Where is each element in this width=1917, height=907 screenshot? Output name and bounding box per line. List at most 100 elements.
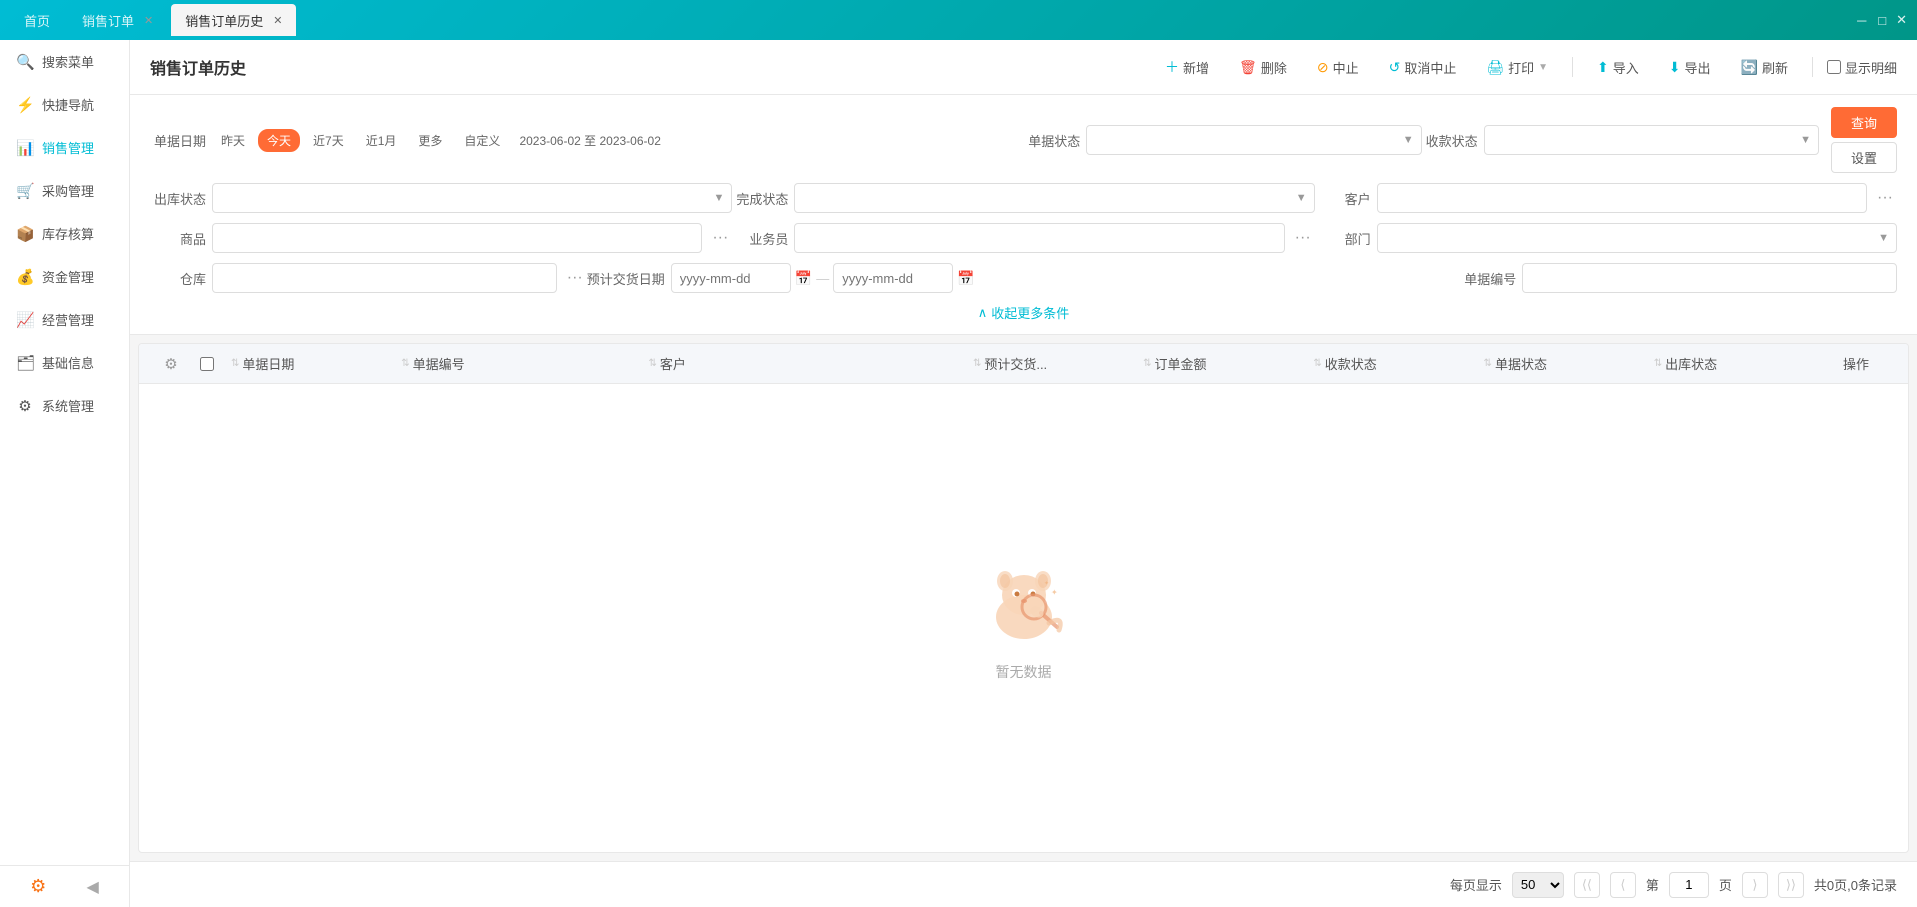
- filter-payment-status: 收款状态 ▼: [1422, 125, 1819, 155]
- tab-sales-order[interactable]: 销售订单 ✕: [68, 4, 167, 36]
- settings-button[interactable]: 设置: [1831, 142, 1897, 173]
- goods-input[interactable]: [212, 223, 702, 253]
- query-button[interactable]: 查询: [1831, 107, 1897, 138]
- sidebar-item-finance[interactable]: 💰 资金管理: [0, 255, 129, 298]
- complete-status-select-wrapper: ▼: [794, 183, 1314, 213]
- date-tab-today[interactable]: 今天: [258, 129, 300, 152]
- tab-home[interactable]: 首页: [10, 4, 64, 36]
- warehouse-input[interactable]: [212, 263, 557, 293]
- col-order-no-sort-icon: ⇅: [401, 358, 409, 369]
- date-tab-yesterday[interactable]: 昨天: [212, 129, 254, 152]
- order-no-input[interactable]: [1522, 263, 1897, 293]
- sidebar-item-quick-nav[interactable]: ⚡ 快捷导航: [0, 83, 129, 126]
- sidebar-settings-icon[interactable]: ⚙: [30, 876, 46, 897]
- last-page-btn[interactable]: ⟩⟩: [1778, 872, 1804, 898]
- col-out-status[interactable]: ⇅ 出库状态: [1646, 354, 1816, 373]
- first-page-btn[interactable]: ⟨⟨: [1574, 872, 1600, 898]
- delete-label: 删除: [1261, 58, 1287, 77]
- date-tab-1month[interactable]: 近1月: [357, 129, 406, 152]
- display-dense-toggle[interactable]: 显示明细: [1827, 58, 1897, 77]
- toolbar: ＋ 新增 🗑 删除 ⊘ 中止 ↺ 取消中止 🖨 打印: [1155, 52, 1897, 82]
- payment-status-label: 收款状态: [1422, 131, 1478, 150]
- col-customer[interactable]: ⇅ 客户: [641, 354, 965, 373]
- sidebar-item-search-menu[interactable]: 🔍 搜索菜单: [0, 40, 129, 83]
- warehouse-dots[interactable]: ···: [563, 269, 587, 287]
- col-order-status[interactable]: ⇅ 单据状态: [1476, 354, 1646, 373]
- calendar-to-icon[interactable]: 📅: [957, 270, 974, 287]
- department-select-wrapper: ▼: [1377, 223, 1897, 253]
- per-page-select[interactable]: 10 20 50 100: [1512, 872, 1564, 898]
- date-tab-custom[interactable]: 自定义: [455, 129, 509, 152]
- page-input[interactable]: [1669, 872, 1709, 898]
- goods-dots[interactable]: ···: [708, 229, 732, 247]
- sidebar-item-inventory[interactable]: 📦 库存核算: [0, 212, 129, 255]
- master-data-icon: 🗂: [16, 354, 34, 372]
- delete-button[interactable]: 🗑 删除: [1229, 53, 1297, 82]
- sidebar: 🔍 搜索菜单 ⚡ 快捷导航 📊 销售管理 🛒 采购管理 📦 库存核算 💰 资金管…: [0, 40, 130, 907]
- sidebar-item-system[interactable]: ⚙ 系统管理: [0, 384, 129, 427]
- out-status-select-wrapper: ▼: [212, 183, 732, 213]
- toolbar-divider: [1572, 57, 1573, 77]
- delivery-date-to[interactable]: [833, 263, 953, 293]
- tab-sales-order-history-close[interactable]: ✕: [273, 14, 282, 27]
- date-tab-7days[interactable]: 近7天: [304, 129, 353, 152]
- close-btn[interactable]: ✕: [1896, 12, 1907, 28]
- maximize-btn[interactable]: □: [1878, 13, 1886, 28]
- complete-status-label: 完成状态: [732, 189, 788, 208]
- calendar-from-icon[interactable]: 📅: [795, 270, 812, 287]
- prev-page-btn[interactable]: ⟨: [1610, 872, 1636, 898]
- payment-status-select[interactable]: [1484, 125, 1819, 155]
- col-amount-label: 订单金额: [1155, 354, 1207, 373]
- cancel-stop-button[interactable]: ↺ 取消中止: [1379, 53, 1467, 82]
- sidebar-item-search-menu-label: 搜索菜单: [42, 52, 94, 71]
- display-dense-checkbox[interactable]: [1827, 60, 1841, 74]
- collapse-row[interactable]: ∧ 收起更多条件: [150, 303, 1897, 322]
- salesperson-dots[interactable]: ···: [1291, 229, 1315, 247]
- col-amount-sort-icon: ⇅: [1143, 358, 1151, 369]
- customer-input[interactable]: [1377, 183, 1867, 213]
- next-page-btn[interactable]: ⟩: [1742, 872, 1768, 898]
- order-status-select[interactable]: [1086, 125, 1421, 155]
- print-button[interactable]: 🖨 打印 ▼: [1476, 53, 1558, 82]
- import-button[interactable]: ⬆ 导入: [1587, 53, 1649, 82]
- collapse-arrow-icon: ∧: [978, 305, 988, 321]
- order-no-label: 单据编号: [1460, 269, 1516, 288]
- date-tab-more[interactable]: 更多: [409, 129, 451, 152]
- delivery-date-from[interactable]: [671, 263, 791, 293]
- col-delivery[interactable]: ⇅ 预计交货...: [965, 354, 1135, 373]
- window-controls: － □ ✕: [1855, 11, 1907, 30]
- col-delivery-label: 预计交货...: [984, 354, 1047, 373]
- query-settings-group: 查询 设置: [1831, 107, 1897, 173]
- col-action: 操作: [1816, 354, 1896, 373]
- sidebar-item-operations[interactable]: 📈 经营管理: [0, 298, 129, 341]
- out-status-select[interactable]: [212, 183, 732, 213]
- out-status-label: 出库状态: [150, 189, 206, 208]
- new-button[interactable]: ＋ 新增: [1155, 52, 1219, 82]
- col-order-no[interactable]: ⇅ 单据编号: [393, 354, 640, 373]
- sidebar-item-master-data[interactable]: 🗂 基础信息: [0, 341, 129, 384]
- col-pay-status[interactable]: ⇅ 收款状态: [1305, 354, 1475, 373]
- refresh-button[interactable]: 🔄 刷新: [1731, 53, 1798, 82]
- col-settings[interactable]: ⚙: [151, 355, 191, 373]
- col-date[interactable]: ⇅ 单据日期: [223, 354, 393, 373]
- complete-status-select[interactable]: [794, 183, 1314, 213]
- stop-icon: ⊘: [1317, 59, 1329, 76]
- table-settings-icon[interactable]: ⚙: [164, 355, 177, 373]
- sidebar-collapse-icon[interactable]: ◀: [87, 877, 99, 897]
- filter-out-status: 出库状态 ▼: [150, 183, 732, 213]
- department-select[interactable]: [1377, 223, 1897, 253]
- customer-dots[interactable]: ···: [1873, 189, 1897, 207]
- sidebar-item-purchase[interactable]: 🛒 采购管理: [0, 169, 129, 212]
- sidebar-item-sales[interactable]: 📊 销售管理: [0, 126, 129, 169]
- minimize-btn[interactable]: －: [1855, 11, 1868, 30]
- tab-sales-order-close[interactable]: ✕: [144, 14, 153, 27]
- export-button[interactable]: ⬇ 导出: [1659, 53, 1721, 82]
- salesperson-input[interactable]: [794, 223, 1284, 253]
- date-tabs: 昨天 今天 近7天 近1月 更多 自定义: [212, 129, 509, 152]
- col-amount[interactable]: ⇅ 订单金额: [1135, 354, 1305, 373]
- filter-order-status: 单据状态 ▼: [1024, 125, 1421, 155]
- finance-icon: 💰: [16, 268, 34, 286]
- tab-sales-order-history[interactable]: 销售订单历史 ✕: [171, 4, 296, 36]
- stop-button[interactable]: ⊘ 中止: [1307, 53, 1369, 82]
- select-all-checkbox[interactable]: [200, 357, 214, 371]
